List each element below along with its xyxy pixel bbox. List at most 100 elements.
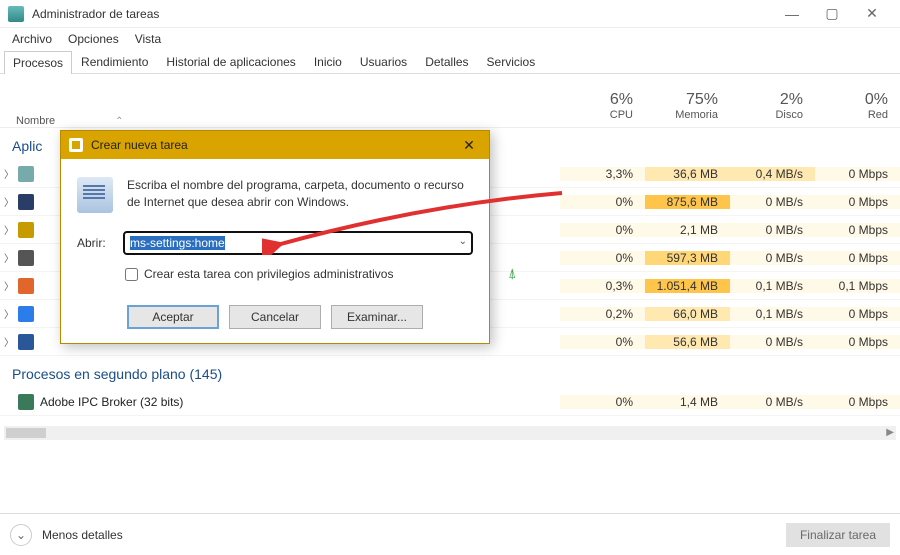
expand-icon[interactable]: 〉 [0, 250, 18, 265]
cell-net: 0 Mbps [815, 395, 900, 409]
cell-cpu: 0,2% [560, 307, 645, 321]
cell-cpu: 0% [560, 395, 645, 409]
cpu-pct: 6% [560, 91, 633, 109]
cell-net: 0 Mbps [815, 335, 900, 349]
menu-view[interactable]: Vista [127, 30, 169, 48]
app-row-icon [18, 250, 34, 266]
cell-cpu: 0% [560, 335, 645, 349]
col-disk[interactable]: 2% Disco [730, 87, 815, 127]
fewer-details-label[interactable]: Menos detalles [42, 528, 123, 542]
menu-bar: Archivo Opciones Vista [0, 28, 900, 50]
menu-file[interactable]: Archivo [4, 30, 60, 48]
dialog-titlebar[interactable]: Crear nueva tarea ✕ [61, 131, 489, 159]
cell-mem: 36,6 MB [645, 167, 730, 181]
app-row-icon [18, 334, 34, 350]
expand-icon[interactable]: 〉 [0, 222, 18, 237]
cell-mem: 66,0 MB [645, 307, 730, 321]
tab-processes[interactable]: Procesos [4, 51, 72, 74]
disk-pct: 2% [730, 91, 803, 109]
cell-mem: 2,1 MB [645, 223, 730, 237]
app-row-icon [18, 278, 34, 294]
admin-checkbox[interactable] [125, 268, 138, 281]
app-row-icon [18, 194, 34, 210]
horizontal-scrollbar[interactable]: ▶ [4, 426, 896, 440]
tab-performance[interactable]: Rendimiento [72, 50, 157, 73]
dialog-close-button[interactable]: ✕ [457, 137, 481, 154]
tab-startup[interactable]: Inicio [305, 50, 351, 73]
close-button[interactable]: ✕ [852, 0, 892, 28]
column-headers: Nombre ⌃ 6% CPU 75% Memoria 2% Disco 0% … [0, 74, 900, 128]
cell-disk: 0,4 MB/s [730, 167, 815, 181]
cell-cpu: 0% [560, 223, 645, 237]
open-label: Abrir: [77, 236, 123, 250]
app-row-name: Adobe IPC Broker (32 bits) [40, 395, 560, 409]
net-label: Red [815, 109, 888, 121]
tab-details[interactable]: Detalles [416, 50, 477, 73]
cell-cpu: 0,3% [560, 279, 645, 293]
expand-icon[interactable]: 〉 [0, 306, 18, 321]
expand-icon[interactable]: 〉 [0, 194, 18, 209]
app-row-icon [18, 222, 34, 238]
disk-label: Disco [730, 109, 803, 121]
cell-net: 0 Mbps [815, 307, 900, 321]
admin-label: Crear esta tarea con privilegios adminis… [144, 267, 393, 281]
col-memory[interactable]: 75% Memoria [645, 87, 730, 127]
cell-disk: 0,1 MB/s [730, 307, 815, 321]
cell-disk: 0 MB/s [730, 335, 815, 349]
col-net[interactable]: 0% Red [815, 87, 900, 127]
net-pct: 0% [815, 91, 888, 109]
cancel-button[interactable]: Cancelar [229, 305, 321, 329]
tab-services[interactable]: Servicios [478, 50, 545, 73]
cell-mem: 875,6 MB [645, 195, 730, 209]
tab-bar: Procesos Rendimiento Historial de aplica… [0, 50, 900, 74]
tab-users[interactable]: Usuarios [351, 50, 416, 73]
cell-mem: 597,3 MB [645, 251, 730, 265]
menu-options[interactable]: Opciones [60, 30, 127, 48]
tab-app-history[interactable]: Historial de aplicaciones [157, 50, 304, 73]
open-input[interactable] [123, 231, 473, 255]
expand-icon[interactable]: 〉 [0, 278, 18, 293]
end-task-button[interactable]: Finalizar tarea [786, 523, 890, 547]
cell-disk: 0 MB/s [730, 195, 815, 209]
dialog-icon [69, 138, 83, 152]
run-dialog: Crear nueva tarea ✕ Escriba el nombre de… [60, 130, 490, 344]
expand-icon[interactable]: 〉 [0, 334, 18, 349]
window-titlebar: Administrador de tareas — ▢ ✕ [0, 0, 900, 28]
mem-pct: 75% [645, 91, 718, 109]
cell-disk: 0 MB/s [730, 223, 815, 237]
cell-disk: 0 MB/s [730, 395, 815, 409]
browse-button[interactable]: Examinar... [331, 305, 423, 329]
cell-mem: 56,6 MB [645, 335, 730, 349]
pin-icon: ⍋ [508, 265, 516, 282]
dropdown-icon[interactable]: ⌄ [459, 236, 467, 247]
run-icon [77, 177, 113, 213]
dialog-title: Crear nueva tarea [91, 138, 457, 152]
cell-net: 0,1 Mbps [815, 279, 900, 293]
background-section-header: Procesos en segundo plano (145) [0, 356, 900, 388]
col-name[interactable]: Nombre [16, 115, 55, 127]
cell-cpu: 0% [560, 195, 645, 209]
bottom-bar: ⌄ Menos detalles Finalizar tarea [0, 513, 900, 555]
sort-indicator-icon: ⌃ [115, 116, 123, 127]
cell-cpu: 0% [560, 251, 645, 265]
app-row-icon [18, 166, 34, 182]
dialog-description: Escriba el nombre del programa, carpeta,… [127, 177, 473, 212]
ok-button[interactable]: Aceptar [127, 305, 219, 329]
app-row-icon [18, 394, 34, 410]
cell-net: 0 Mbps [815, 223, 900, 237]
cell-disk: 0 MB/s [730, 251, 815, 265]
cell-net: 0 Mbps [815, 167, 900, 181]
scroll-thumb[interactable] [6, 428, 46, 438]
table-row[interactable]: Adobe IPC Broker (32 bits)0%1,4 MB0 MB/s… [0, 388, 900, 416]
scroll-right-icon[interactable]: ▶ [886, 427, 894, 438]
expand-icon[interactable]: 〉 [0, 166, 18, 181]
app-icon [8, 6, 24, 22]
cell-net: 0 Mbps [815, 251, 900, 265]
col-cpu[interactable]: 6% CPU [560, 87, 645, 127]
app-row-icon [18, 306, 34, 322]
minimize-button[interactable]: — [772, 0, 812, 28]
fewer-details-icon[interactable]: ⌄ [10, 524, 32, 546]
cell-net: 0 Mbps [815, 195, 900, 209]
maximize-button[interactable]: ▢ [812, 0, 852, 28]
cell-disk: 0,1 MB/s [730, 279, 815, 293]
